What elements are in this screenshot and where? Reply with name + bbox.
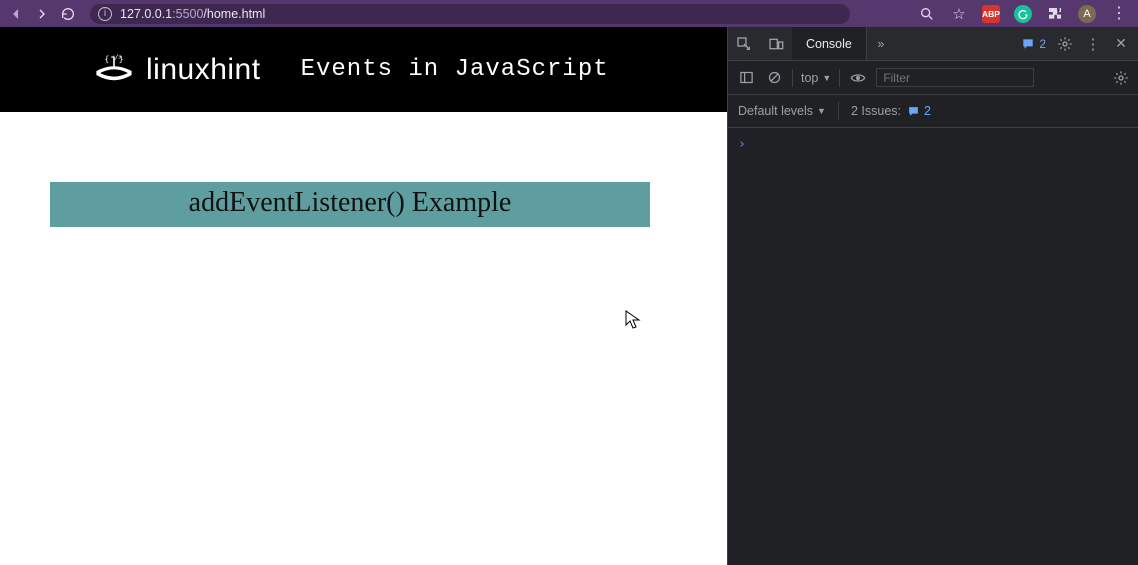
back-button[interactable] bbox=[6, 4, 26, 24]
linuxhint-logo-icon: { } </> bbox=[90, 45, 138, 94]
svg-text:</>: </> bbox=[111, 53, 123, 61]
console-sidebar-toggle-icon[interactable] bbox=[736, 70, 756, 85]
forward-button[interactable] bbox=[32, 4, 52, 24]
address-bar[interactable]: i 127.0.0.1:5500/home.html bbox=[90, 4, 850, 24]
execution-context-selector[interactable]: top ▼ bbox=[801, 71, 831, 85]
site-logo: { } </> linuxhint bbox=[90, 45, 261, 94]
site-logo-text: linuxhint bbox=[146, 53, 261, 87]
profile-avatar[interactable]: A bbox=[1078, 5, 1096, 23]
browser-toolbar: i 127.0.0.1:5500/home.html ☆ ABP A ⋮ bbox=[0, 0, 1138, 27]
issues-link[interactable]: 2 Issues: 2 bbox=[851, 104, 931, 118]
page-header: { } </> linuxhint Events in JavaScript bbox=[0, 27, 727, 112]
chevron-down-icon: ▼ bbox=[817, 106, 826, 116]
issues-count: 2 bbox=[924, 104, 931, 118]
context-label: top bbox=[801, 71, 818, 85]
url-path: /home.html bbox=[203, 7, 265, 21]
browser-menu-icon[interactable]: ⋮ bbox=[1110, 5, 1128, 23]
rendered-page: { } </> linuxhint Events in JavaScript a… bbox=[0, 27, 727, 565]
zoom-icon[interactable] bbox=[918, 5, 936, 23]
log-levels-selector[interactable]: Default levels ▼ bbox=[738, 104, 826, 118]
devtools-tabbar: Console » 2 ⋮ ✕ bbox=[728, 27, 1138, 61]
extensions-icon[interactable] bbox=[1046, 5, 1064, 23]
device-toolbar-icon[interactable] bbox=[760, 27, 792, 60]
console-filter-input[interactable] bbox=[876, 68, 1034, 87]
live-expression-icon[interactable] bbox=[848, 70, 868, 86]
console-settings-icon[interactable] bbox=[1112, 69, 1130, 87]
toolbar-divider bbox=[839, 69, 840, 87]
mouse-cursor-icon bbox=[625, 310, 641, 335]
page-body: addEventListener() Example bbox=[0, 112, 727, 565]
messages-count: 2 bbox=[1039, 37, 1046, 51]
bookmark-star-icon[interactable]: ☆ bbox=[950, 5, 968, 23]
extension-abp-icon[interactable]: ABP bbox=[982, 5, 1000, 23]
devtools-panel: Console » 2 ⋮ ✕ t bbox=[727, 27, 1138, 565]
svg-text:{: { bbox=[104, 54, 109, 63]
toolbar-divider bbox=[792, 69, 793, 87]
reload-button[interactable] bbox=[58, 4, 78, 24]
page-header-title: Events in JavaScript bbox=[301, 56, 609, 83]
chevron-down-icon: ▼ bbox=[822, 73, 831, 83]
messages-badge[interactable]: 2 bbox=[1021, 37, 1046, 51]
issues-label: 2 Issues: bbox=[851, 104, 901, 118]
tab-console[interactable]: Console bbox=[792, 27, 867, 60]
browser-right-icons: ☆ ABP A ⋮ bbox=[918, 5, 1132, 23]
clear-console-icon[interactable] bbox=[764, 70, 784, 85]
console-prompt-icon: › bbox=[738, 137, 746, 152]
console-toolbar: top ▼ bbox=[728, 61, 1138, 95]
tabs-overflow-icon[interactable]: » bbox=[867, 27, 895, 60]
site-info-icon[interactable]: i bbox=[98, 7, 112, 21]
devtools-menu-icon[interactable]: ⋮ bbox=[1084, 35, 1102, 53]
devtools-settings-icon[interactable] bbox=[1056, 35, 1074, 53]
url-port: :5500 bbox=[172, 7, 203, 21]
default-levels-label: Default levels bbox=[738, 104, 813, 118]
inspect-element-icon[interactable] bbox=[728, 27, 760, 60]
url-host: 127.0.0.1 bbox=[120, 7, 172, 21]
devtools-close-icon[interactable]: ✕ bbox=[1112, 35, 1130, 53]
console-subbar: Default levels ▼ 2 Issues: 2 bbox=[728, 95, 1138, 128]
console-output[interactable]: › bbox=[728, 128, 1138, 565]
toolbar-divider bbox=[838, 102, 839, 120]
example-heading: addEventListener() Example bbox=[50, 182, 650, 227]
extension-grammarly-icon[interactable] bbox=[1014, 5, 1032, 23]
